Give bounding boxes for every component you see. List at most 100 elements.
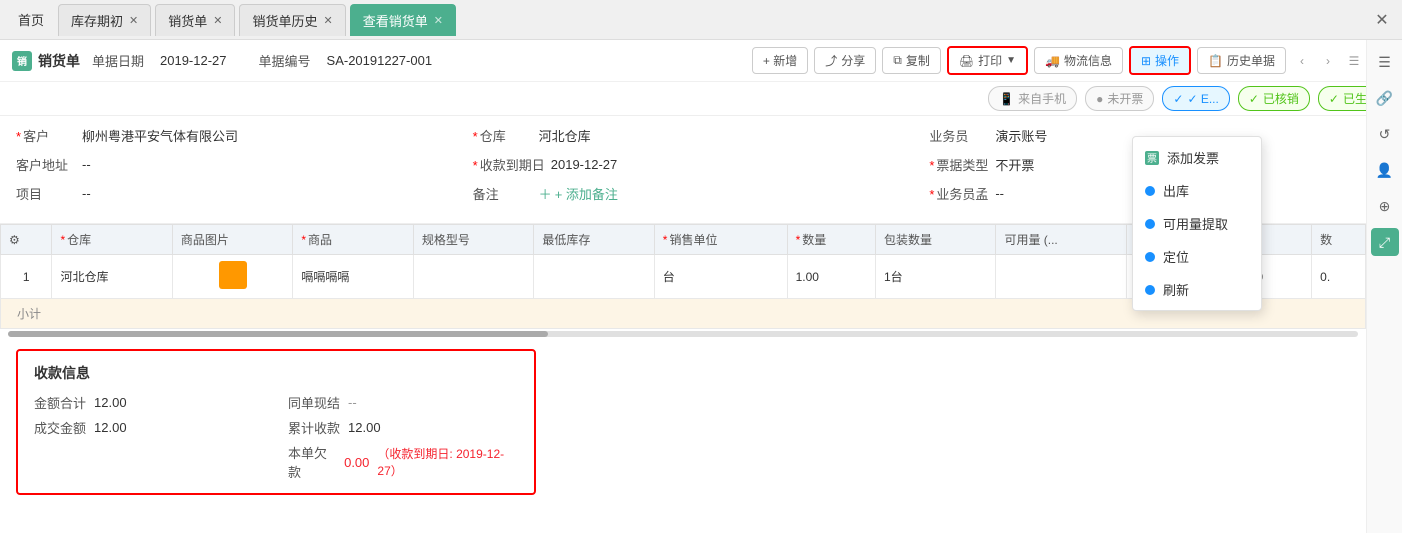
col-product: 商品 <box>293 225 413 255</box>
doc-icon: 销 <box>12 51 32 71</box>
row-warehouse: 河北仓库 <box>52 255 172 299</box>
sidebar-icon-2[interactable]: 🔗 <box>1371 84 1399 112</box>
logistics-button[interactable]: 🚚 物流信息 <box>1034 47 1123 74</box>
balance-value: 0.00 <box>344 455 369 470</box>
sidebar-icon-5[interactable]: ⊕ <box>1371 192 1399 220</box>
tab-sales-history[interactable]: 销货单历史 ✕ <box>239 4 345 36</box>
row-more: 0. <box>1312 255 1366 299</box>
sidebar-icon-3[interactable]: ↺ <box>1371 120 1399 148</box>
nav-next-button[interactable]: › <box>1318 51 1338 71</box>
ticket-value[interactable]: 不开票 <box>995 155 1034 174</box>
tab-view-sales-close[interactable]: ✕ <box>434 14 443 27</box>
customer-field: 客户 柳州粤港平安气体有限公司 <box>16 126 473 145</box>
print-dropdown-icon: ▼ <box>1006 55 1016 66</box>
row-product: 嗝嗝嗝嗝 <box>293 255 413 299</box>
doc-date-value: 2019-12-27 <box>160 53 227 68</box>
ops-icon: ⊞ <box>1141 54 1151 68</box>
available-qty-label: 可用量提取 <box>1163 214 1228 233</box>
view-toggle-list[interactable]: ☰ <box>1344 51 1364 71</box>
payment-info-box: 收款信息 金额合计 12.00 同单现结 -- 成交金额 12.00 累计收款 … <box>16 349 536 495</box>
scroll-thumb[interactable] <box>8 331 548 337</box>
copy-button[interactable]: ⧉ 复制 <box>882 47 941 74</box>
main-content: 销 销货单 单据日期 2019-12-27 单据编号 SA-20191227-0… <box>0 40 1402 533</box>
confirm-icon: ✓ <box>1173 92 1183 106</box>
payment-date-value[interactable]: 2019-12-27 <box>551 157 618 172</box>
ops-button[interactable]: ⊞ 操作 <box>1129 46 1191 75</box>
project-label: 项目 <box>16 184 76 203</box>
tab-inventory[interactable]: 库存期初 ✕ <box>58 4 151 36</box>
balance-note: （收款到期日: 2019-12-27） <box>377 445 518 479</box>
staff2-label: 业务员孟 <box>929 184 989 203</box>
customer-label: 客户 <box>16 126 76 145</box>
ops-dropdown-menu: 票 添加发票 出库 可用量提取 定位 刷新 <box>1132 136 1262 311</box>
address-field: 客户地址 -- <box>16 155 473 174</box>
dropdown-available-qty[interactable]: 可用量提取 <box>1133 207 1261 240</box>
right-sidebar: ☰ 🔗 ↺ 👤 ⊕ ⤢ <box>1366 40 1402 533</box>
sidebar-icon-1[interactable]: ☰ <box>1371 48 1399 76</box>
status-row: 📱 来自手机 ● 未开票 ✓ ✓ E... ✓ 已核销 ✓ 已生效 <box>0 81 1402 115</box>
tab-sales[interactable]: 销货单 ✕ <box>155 4 235 36</box>
sidebar-icon-expand[interactable]: ⤢ <box>1371 228 1399 256</box>
doc-no-label: 单据编号 <box>259 51 311 70</box>
out-warehouse-label: 出库 <box>1163 181 1189 200</box>
deal-amount-value: 12.00 <box>94 420 127 435</box>
staff2-value[interactable]: -- <box>995 186 1004 201</box>
horizontal-scrollbar[interactable] <box>8 331 1358 337</box>
warehouse-value[interactable]: 河北仓库 <box>539 126 591 145</box>
tab-inventory-close[interactable]: ✕ <box>129 14 138 27</box>
note-field: 备注 ＋ + 添加备注 <box>473 184 930 203</box>
nav-prev-button[interactable]: ‹ <box>1292 51 1312 71</box>
not-open-button[interactable]: ● 未开票 <box>1085 86 1154 111</box>
confirm-button[interactable]: ✓ ✓ E... <box>1162 86 1229 111</box>
staff-value[interactable]: 演示账号 <box>995 126 1047 145</box>
ticket-label: 票据类型 <box>929 155 989 174</box>
header-area: 销 销货单 单据日期 2019-12-27 单据编号 SA-20191227-0… <box>0 40 1402 116</box>
col-warehouse: 仓库 <box>52 225 172 255</box>
staff-label: 业务员 <box>929 126 989 145</box>
tab-bar: 首页 库存期初 ✕ 销货单 ✕ 销货单历史 ✕ 查看销货单 ✕ ✕ <box>0 0 1402 40</box>
gear-icon[interactable]: ⚙ <box>9 233 20 247</box>
col-product-img: 商品图片 <box>172 225 292 255</box>
dropdown-out-warehouse[interactable]: 出库 <box>1133 174 1261 207</box>
print-button[interactable]: 🖨 打印 ▼ <box>947 46 1028 75</box>
history-button[interactable]: 📋 历史单据 <box>1197 47 1286 74</box>
position-label: 定位 <box>1163 247 1189 266</box>
tab-sales-history-close[interactable]: ✕ <box>324 14 333 27</box>
deal-amount-item: 成交金额 12.00 <box>34 418 264 437</box>
deal-amount-label: 成交金额 <box>34 418 86 437</box>
sidebar-icon-4[interactable]: 👤 <box>1371 156 1399 184</box>
customer-value[interactable]: 柳州粤港平安气体有限公司 <box>82 126 238 145</box>
warehouse-field: 仓库 河北仓库 <box>473 126 930 145</box>
project-value[interactable]: -- <box>82 186 91 201</box>
from-mobile-button[interactable]: 📱 来自手机 <box>988 86 1077 111</box>
sold-icon: ✓ <box>1249 92 1259 106</box>
print-icon: 🖨 <box>959 54 974 68</box>
tab-home[interactable]: 首页 <box>8 10 54 29</box>
payment-title: 收款信息 <box>34 363 518 383</box>
doc-date-label: 单据日期 <box>92 51 144 70</box>
row-product-img <box>172 255 292 299</box>
dropdown-add-invoice[interactable]: 票 添加发票 <box>1133 141 1261 174</box>
row-pack-qty: 1台 <box>875 255 995 299</box>
payment-date-label: 收款到期日 <box>473 155 545 174</box>
history-icon: 📋 <box>1208 54 1223 68</box>
address-value[interactable]: -- <box>82 157 91 172</box>
dropdown-refresh[interactable]: 刷新 <box>1133 273 1261 306</box>
sold-button[interactable]: ✓ 已核销 <box>1238 86 1310 111</box>
add-note-button[interactable]: ＋ + 添加备注 <box>539 184 618 203</box>
product-image <box>219 261 247 289</box>
doc-meta: 单据日期 2019-12-27 单据编号 SA-20191227-001 <box>92 51 432 70</box>
project-field: 项目 -- <box>16 184 473 203</box>
window-close-button[interactable]: ✕ <box>1370 8 1394 32</box>
tab-view-sales[interactable]: 查看销货单 ✕ <box>350 4 456 36</box>
tab-sales-close[interactable]: ✕ <box>213 14 222 27</box>
tab-bar-right: ✕ <box>1370 8 1394 32</box>
row-unit: 台 <box>654 255 787 299</box>
effect-icon: ✓ <box>1329 92 1339 106</box>
out-warehouse-dot <box>1145 186 1155 196</box>
dropdown-position[interactable]: 定位 <box>1133 240 1261 273</box>
invoice-icon: 票 <box>1145 151 1159 165</box>
balance-item: 本单欠款 0.00 （收款到期日: 2019-12-27） <box>288 443 518 481</box>
share-button[interactable]: ⤴ 分享 <box>814 47 876 74</box>
add-button[interactable]: + 新增 <box>752 47 808 74</box>
